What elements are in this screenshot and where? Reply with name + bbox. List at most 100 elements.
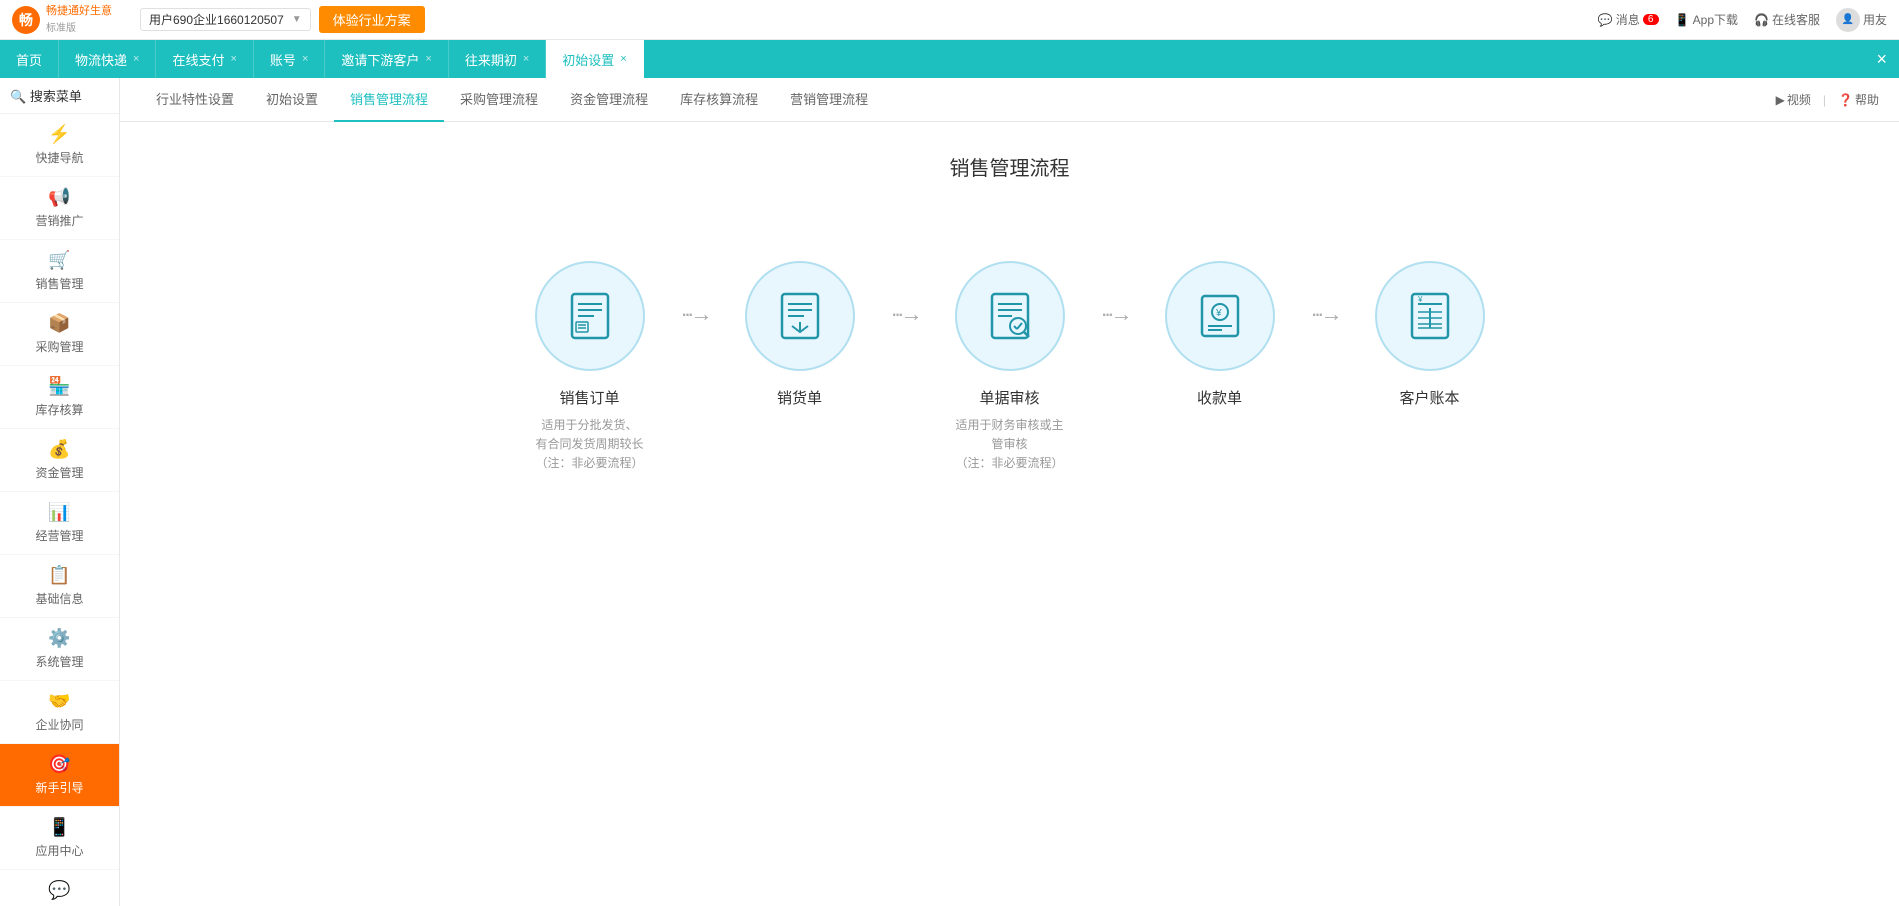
sub-tab-finance-process-label: 资金管理流程 bbox=[570, 92, 648, 107]
flow-step-delivery: 销货单 bbox=[720, 261, 880, 416]
message-icon: 💬 bbox=[1598, 13, 1613, 27]
sub-tab-sales-process[interactable]: 销售管理流程 bbox=[334, 78, 444, 122]
sidebar-item-collab[interactable]: 🤝 企业协同 bbox=[0, 681, 119, 744]
tab-payment[interactable]: 在线支付 × bbox=[156, 40, 253, 78]
app-download-label: App下载 bbox=[1693, 11, 1738, 28]
tab-initial-setup[interactable]: 初始设置 × bbox=[546, 40, 643, 78]
tab-invite-label: 邀请下游客户 bbox=[341, 50, 419, 69]
main-layout: 🔍 搜索菜单 ⚡ 快捷导航 📢 营销推广 🛒 销售管理 📦 采购管理 🏪 库存核… bbox=[0, 78, 1899, 906]
ledger-icon: ¥ bbox=[1404, 290, 1456, 342]
close-all-tabs-button[interactable]: × bbox=[1864, 49, 1899, 70]
arrow-3: ···→ bbox=[1090, 261, 1140, 327]
video-label: 视频 bbox=[1787, 91, 1811, 108]
sub-tab-marketing-process[interactable]: 营销管理流程 bbox=[774, 78, 884, 122]
tab-period-init[interactable]: 往来期初 × bbox=[449, 40, 546, 78]
process-title: 销售管理流程 bbox=[950, 152, 1070, 181]
sidebar-item-finance-label: 资金管理 bbox=[35, 464, 83, 481]
video-link[interactable]: ▶ 视频 bbox=[1776, 91, 1811, 108]
message-item[interactable]: 💬 消息 6 bbox=[1598, 11, 1659, 28]
sidebar-item-basic-info[interactable]: 📋 基础信息 bbox=[0, 555, 119, 618]
flow-diagram: 销售订单 适用于分批发货、有合同发货周期较长（注：非必要流程） ···→ bbox=[510, 261, 1510, 474]
sidebar-item-system-label: 系统管理 bbox=[35, 653, 83, 670]
sidebar-item-new-guide[interactable]: 🎯 新手引导 bbox=[0, 744, 119, 807]
sidebar-item-inventory[interactable]: 🏪 库存核算 bbox=[0, 366, 119, 429]
sales-order-circle bbox=[535, 261, 645, 371]
trial-button[interactable]: 体验行业方案 bbox=[319, 6, 425, 33]
user-selector-label: 用户690企业1660120507 bbox=[149, 11, 284, 28]
tab-period-init-close[interactable]: × bbox=[523, 53, 529, 65]
receipt-name: 收款单 bbox=[1197, 387, 1242, 408]
sidebar-item-operation[interactable]: 📊 经营管理 bbox=[0, 492, 119, 555]
sub-tab-finance-process[interactable]: 资金管理流程 bbox=[554, 78, 664, 122]
tab-home[interactable]: 首页 bbox=[0, 40, 59, 78]
sub-tab-initial[interactable]: 初始设置 bbox=[250, 78, 334, 122]
message-label: 消息 bbox=[1616, 11, 1640, 28]
sidebar-item-quick-nav[interactable]: ⚡ 快捷导航 bbox=[0, 114, 119, 177]
svg-text:¥: ¥ bbox=[1215, 308, 1222, 319]
flow-step-review: 单据审核 适用于财务审核或主管审核（注：非必要流程） bbox=[930, 261, 1090, 474]
sidebar-item-quick-nav-label: 快捷导航 bbox=[35, 149, 83, 166]
sidebar-item-new-guide-label: 新手引导 bbox=[35, 779, 83, 796]
operation-icon: 📊 bbox=[48, 502, 70, 523]
help-label: 帮助 bbox=[1855, 91, 1879, 108]
search-icon: 🔍 bbox=[10, 89, 26, 104]
sidebar-item-purchase-label: 采购管理 bbox=[35, 338, 83, 355]
play-icon: ▶ bbox=[1776, 93, 1785, 107]
tab-payment-close[interactable]: × bbox=[230, 53, 236, 65]
sidebar-item-app-center[interactable]: 📱 应用中心 bbox=[0, 807, 119, 870]
review-circle bbox=[955, 261, 1065, 371]
help-icon: ❓ bbox=[1838, 93, 1853, 107]
tab-invite[interactable]: 邀请下游客户 × bbox=[325, 40, 448, 78]
tab-account-close[interactable]: × bbox=[302, 53, 308, 65]
user-selector[interactable]: 用户690企业1660120507 ▼ bbox=[140, 8, 311, 31]
tab-account-label: 账号 bbox=[270, 50, 296, 69]
sidebar-item-sales[interactable]: 🛒 销售管理 bbox=[0, 240, 119, 303]
new-guide-icon: 🎯 bbox=[48, 754, 70, 775]
sidebar-item-finance[interactable]: 💰 资金管理 bbox=[0, 429, 119, 492]
sales-order-name: 销售订单 bbox=[559, 387, 619, 408]
online-service-item[interactable]: 🎧 在线客服 bbox=[1754, 11, 1820, 28]
app-center-icon: 📱 bbox=[48, 817, 70, 838]
sub-tab-purchase-process-label: 采购管理流程 bbox=[460, 92, 538, 107]
sub-tab-inventory-process[interactable]: 库存核算流程 bbox=[664, 78, 774, 122]
search-label: 搜索菜单 bbox=[30, 89, 82, 104]
tab-initial-setup-close[interactable]: × bbox=[620, 53, 626, 65]
sidebar-item-purchase[interactable]: 📦 采购管理 bbox=[0, 303, 119, 366]
sub-tab-purchase-process[interactable]: 采购管理流程 bbox=[444, 78, 554, 122]
top-bar: 畅 畅捷通好生意 标准版 用户690企业1660120507 ▼ 体验行业方案 … bbox=[0, 0, 1899, 40]
sidebar-item-collab-label: 企业协同 bbox=[35, 716, 83, 733]
chevron-down-icon: ▼ bbox=[292, 14, 302, 25]
tab-period-init-label: 往来期初 bbox=[465, 50, 517, 69]
user-name-label: 用友 bbox=[1863, 11, 1887, 28]
receipt-circle: ¥ bbox=[1165, 261, 1275, 371]
user-avatar-item[interactable]: 👤 用友 bbox=[1836, 8, 1887, 32]
receipt-icon: ¥ bbox=[1194, 290, 1246, 342]
sidebar-item-marketing[interactable]: 📢 营销推广 bbox=[0, 177, 119, 240]
tab-logistics-label: 物流快递 bbox=[75, 50, 127, 69]
ledger-circle: ¥ bbox=[1375, 261, 1485, 371]
sidebar-item-system[interactable]: ⚙️ 系统管理 bbox=[0, 618, 119, 681]
app-download-item[interactable]: 📱 App下载 bbox=[1675, 11, 1738, 28]
sub-tab-industry[interactable]: 行业特性设置 bbox=[140, 78, 250, 122]
sidebar-item-marketing-label: 营销推广 bbox=[35, 212, 83, 229]
message-badge: 6 bbox=[1643, 14, 1659, 25]
tab-logistics-close[interactable]: × bbox=[133, 53, 139, 65]
sub-tab-initial-label: 初始设置 bbox=[266, 92, 318, 107]
help-link[interactable]: ❓ 帮助 bbox=[1838, 91, 1879, 108]
flow-step-ledger: ¥ 客户账本 bbox=[1350, 261, 1510, 416]
tab-invite-close[interactable]: × bbox=[425, 53, 431, 65]
enterprise-wechat-icon: 💬 bbox=[48, 880, 70, 901]
delivery-icon bbox=[774, 290, 826, 342]
phone-icon: 📱 bbox=[1675, 13, 1690, 27]
purchase-icon: 📦 bbox=[48, 313, 70, 334]
finance-icon: 💰 bbox=[48, 439, 70, 460]
sidebar-item-enterprise-wechat[interactable]: 💬 企业微信 bbox=[0, 870, 119, 906]
tab-account[interactable]: 账号 × bbox=[254, 40, 325, 78]
sidebar-search[interactable]: 🔍 搜索菜单 bbox=[0, 78, 119, 114]
sidebar-item-inventory-label: 库存核算 bbox=[35, 401, 83, 418]
logo-text: 畅捷通好生意 bbox=[46, 5, 112, 18]
tab-logistics[interactable]: 物流快递 × bbox=[59, 40, 156, 78]
content-area: 行业特性设置 初始设置 销售管理流程 采购管理流程 资金管理流程 库存核算流程 … bbox=[120, 78, 1899, 906]
nav-tabs: 首页 物流快递 × 在线支付 × 账号 × 邀请下游客户 × 往来期初 × 初始… bbox=[0, 40, 1899, 78]
process-content: 销售管理流程 销售订 bbox=[120, 122, 1899, 906]
